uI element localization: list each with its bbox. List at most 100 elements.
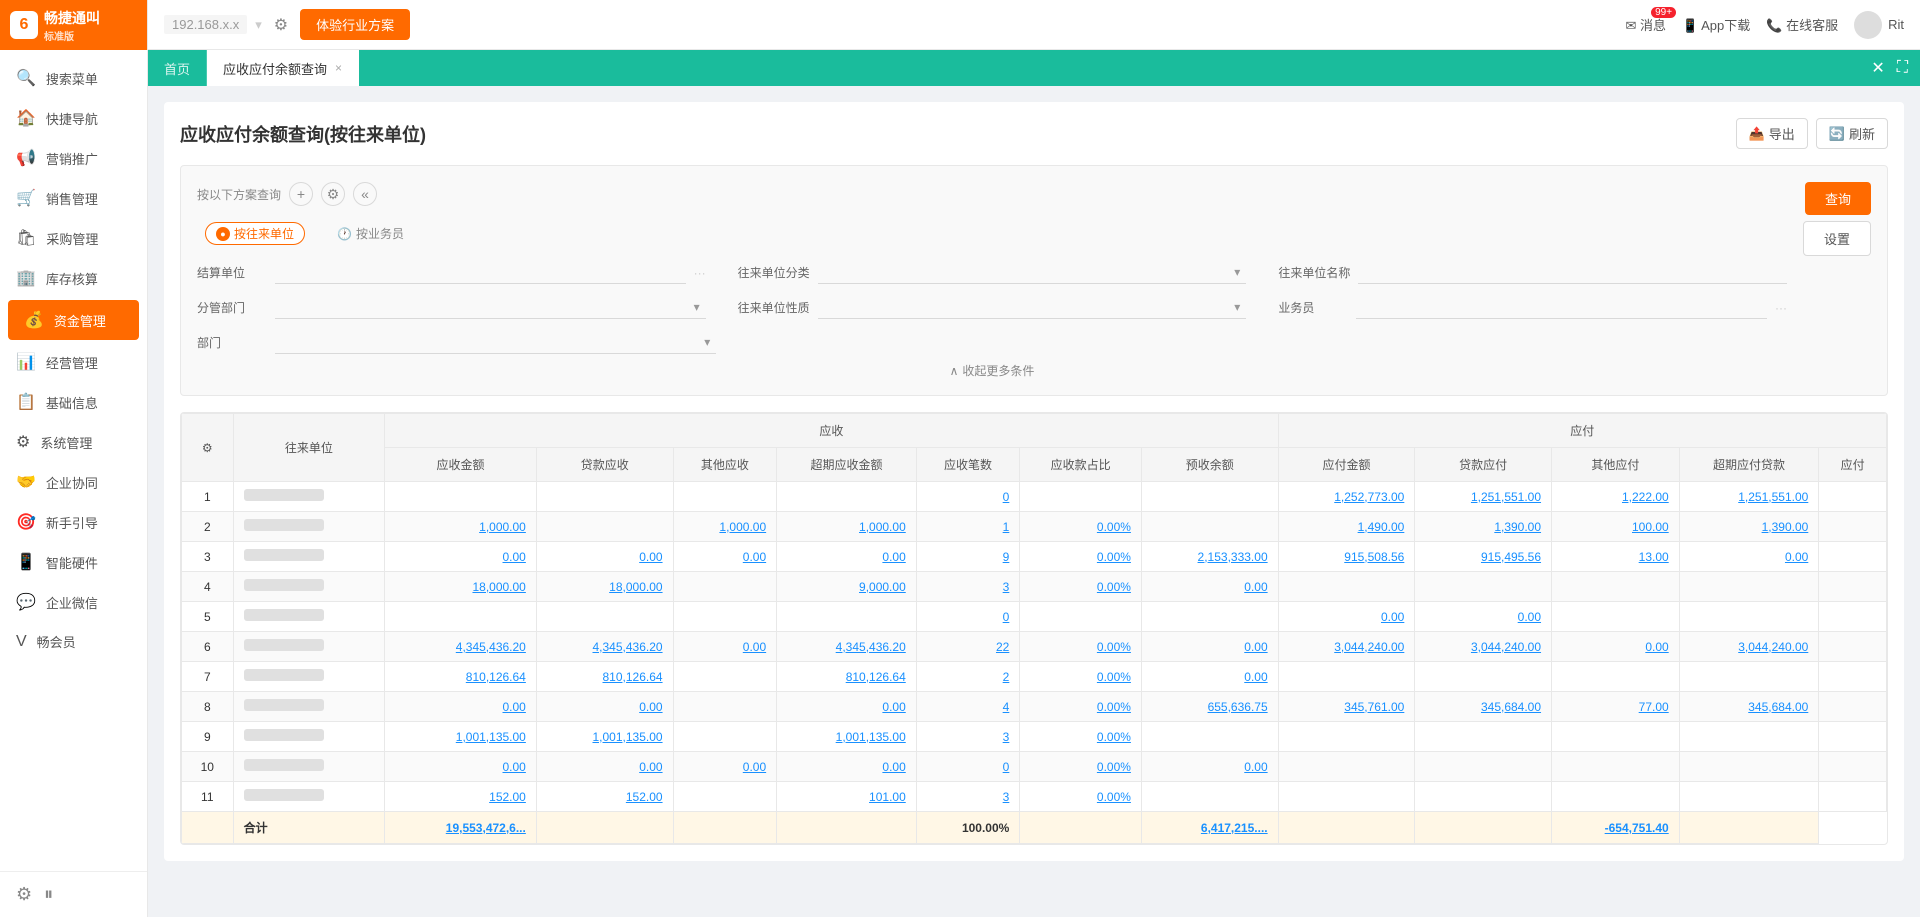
row-yingshou-6[interactable]: 0.00 [1141, 752, 1278, 782]
row-yingshou-5[interactable]: 0.00% [1020, 512, 1142, 542]
row-yingshou-5[interactable]: 0.00% [1020, 782, 1142, 812]
row-yingfu-0[interactable]: 915,508.56 [1278, 542, 1415, 572]
window-close-icon[interactable]: ✕ [1871, 58, 1884, 78]
settings-footer-icon[interactable]: ⚙ [16, 884, 32, 905]
row-yingshou-6[interactable]: 655,636.75 [1141, 692, 1278, 722]
row-yingshou-0[interactable]: 0.00 [385, 752, 537, 782]
row-yingfu-0[interactable]: 1,490.00 [1278, 512, 1415, 542]
row-yingshou-5[interactable]: 0.00% [1020, 572, 1142, 602]
field-input-salesman[interactable] [1356, 296, 1767, 319]
row-yingfu-1[interactable]: 1,390.00 [1415, 512, 1552, 542]
scheme-settings-button[interactable]: ⚙ [321, 182, 345, 206]
export-button[interactable]: 📤 导出 [1736, 118, 1808, 149]
row-yingshou-6[interactable]: 0.00 [1141, 572, 1278, 602]
row-yingfu-2[interactable]: 13.00 [1552, 542, 1680, 572]
row-yingshou-0[interactable]: 1,001,135.00 [385, 722, 537, 752]
scheme-more-button[interactable]: « [353, 182, 377, 206]
scheme-by-partner[interactable]: ● 按往来单位 [197, 218, 313, 249]
row-yingfu-2[interactable]: 100.00 [1552, 512, 1680, 542]
promo-button[interactable]: 体验行业方案 [300, 9, 410, 40]
row-yingshou-5[interactable]: 0.00% [1020, 542, 1142, 572]
row-yingshou-1[interactable]: 152.00 [536, 782, 673, 812]
row-yingshou-3[interactable]: 4,345,436.20 [777, 632, 917, 662]
sidebar-item-hardware[interactable]: 📱 智能硬件 [0, 542, 147, 582]
row-yingshou-1[interactable]: 810,126.64 [536, 662, 673, 692]
row-yingshou-6[interactable]: 0.00 [1141, 632, 1278, 662]
sidebar-item-guide[interactable]: 🎯 新手引导 [0, 502, 147, 542]
row-yingshou-4[interactable]: 1 [916, 512, 1020, 542]
row-yingshou-4[interactable]: 0 [916, 482, 1020, 512]
row-yingshou-1[interactable]: 18,000.00 [536, 572, 673, 602]
row-yingshou-3[interactable]: 0.00 [777, 752, 917, 782]
field-input-partner-name[interactable] [1358, 261, 1787, 284]
row-yingshou-3[interactable]: 9,000.00 [777, 572, 917, 602]
row-yingfu-3[interactable]: 1,251,551.00 [1679, 482, 1819, 512]
row-yingshou-0[interactable]: 810,126.64 [385, 662, 537, 692]
chevron-down-icon[interactable]: ▾ [255, 17, 262, 33]
sidebar-item-vip[interactable]: V 畅会员 [0, 622, 147, 661]
row-yingfu-2[interactable]: 0.00 [1552, 632, 1680, 662]
query-button[interactable]: 查询 [1805, 182, 1871, 215]
sidebar-item-quick-nav[interactable]: 🏠 快捷导航 [0, 98, 147, 138]
field-select-dept[interactable]: ▾ [275, 296, 706, 319]
row-yingshou-3[interactable]: 0.00 [777, 542, 917, 572]
scheme-by-salesman[interactable]: 🕐 按业务员 [329, 218, 412, 249]
sidebar-item-search[interactable]: 🔍 搜索菜单 [0, 58, 147, 98]
row-yingshou-1[interactable]: 0.00 [536, 692, 673, 722]
row-yingshou-2[interactable]: 0.00 [673, 752, 777, 782]
row-yingshou-3[interactable]: 101.00 [777, 782, 917, 812]
row-yingshou-3[interactable]: 1,001,135.00 [777, 722, 917, 752]
sidebar-item-wechat[interactable]: 💬 企业微信 [0, 582, 147, 622]
row-yingshou-5[interactable]: 0.00% [1020, 722, 1142, 752]
row-yingshou-2[interactable]: 1,000.00 [673, 512, 777, 542]
row-yingshou-1[interactable]: 1,001,135.00 [536, 722, 673, 752]
settings-button[interactable]: 设置 [1803, 221, 1871, 256]
tab-home[interactable]: 首页 [148, 50, 207, 86]
header-gear-icon[interactable]: ⚙ [274, 15, 288, 35]
row-yingfu-1[interactable]: 1,251,551.00 [1415, 482, 1552, 512]
field-select-partner-nature[interactable]: ▾ [818, 296, 1247, 319]
row-yingshou-0[interactable]: 0.00 [385, 692, 537, 722]
footer-yingfu-total[interactable]: 6,417,215.... [1141, 812, 1278, 844]
row-yingshou-5[interactable]: 0.00% [1020, 752, 1142, 782]
tab-ar-ap[interactable]: 应收应付余额查询 × [207, 50, 359, 86]
sidebar-item-corp[interactable]: 🤝 企业协同 [0, 462, 147, 502]
row-yingshou-5[interactable]: 0.00% [1020, 692, 1142, 722]
row-yingshou-3[interactable]: 1,000.00 [777, 512, 917, 542]
row-yingfu-0[interactable]: 3,044,240.00 [1278, 632, 1415, 662]
row-yingshou-2[interactable]: 0.00 [673, 632, 777, 662]
row-yingshou-6[interactable]: 2,153,333.00 [1141, 542, 1278, 572]
row-yingshou-0[interactable]: 1,000.00 [385, 512, 537, 542]
row-yingfu-2[interactable]: 1,222.00 [1552, 482, 1680, 512]
row-yingfu-1[interactable]: 3,044,240.00 [1415, 632, 1552, 662]
online-service[interactable]: 📞 在线客服 [1766, 15, 1838, 34]
row-yingshou-4[interactable]: 0 [916, 752, 1020, 782]
sidebar-item-inventory[interactable]: 🏢 库存核算 [0, 258, 147, 298]
row-yingshou-5[interactable]: 0.00% [1020, 662, 1142, 692]
row-yingshou-0[interactable]: 4,345,436.20 [385, 632, 537, 662]
row-yingfu-1[interactable]: 345,684.00 [1415, 692, 1552, 722]
sidebar-item-capital[interactable]: 💰 资金管理 [8, 300, 139, 340]
row-yingshou-4[interactable]: 22 [916, 632, 1020, 662]
collapse-sidebar-icon[interactable]: ⏸ [44, 884, 53, 905]
footer-yingfu-extra[interactable]: -654,751.40 [1552, 812, 1680, 844]
add-scheme-button[interactable]: + [289, 182, 313, 206]
table-settings-icon[interactable]: ⚙ [182, 414, 234, 482]
row-yingshou-4[interactable]: 4 [916, 692, 1020, 722]
sidebar-item-marketing[interactable]: 📢 营销推广 [0, 138, 147, 178]
messages-wrapper[interactable]: ✉ 消息 99+ [1626, 15, 1667, 34]
row-yingfu-0[interactable]: 0.00 [1278, 602, 1415, 632]
row-yingshou-2[interactable]: 0.00 [673, 542, 777, 572]
sidebar-item-operations[interactable]: 📊 经营管理 [0, 342, 147, 382]
app-download[interactable]: 📱 App下载 [1682, 15, 1750, 34]
row-yingshou-0[interactable]: 0.00 [385, 542, 537, 572]
footer-yingshou-total[interactable]: 19,553,472,6... [385, 812, 537, 844]
row-yingfu-1[interactable]: 0.00 [1415, 602, 1552, 632]
row-yingshou-0[interactable]: 18,000.00 [385, 572, 537, 602]
row-yingfu-3[interactable]: 3,044,240.00 [1679, 632, 1819, 662]
row-yingshou-4[interactable]: 0 [916, 602, 1020, 632]
sidebar-item-purchase[interactable]: 🛍 采购管理 [0, 218, 147, 258]
sidebar-item-base-info[interactable]: 📋 基础信息 [0, 382, 147, 422]
row-yingfu-3[interactable]: 1,390.00 [1679, 512, 1819, 542]
row-yingfu-1[interactable]: 915,495.56 [1415, 542, 1552, 572]
